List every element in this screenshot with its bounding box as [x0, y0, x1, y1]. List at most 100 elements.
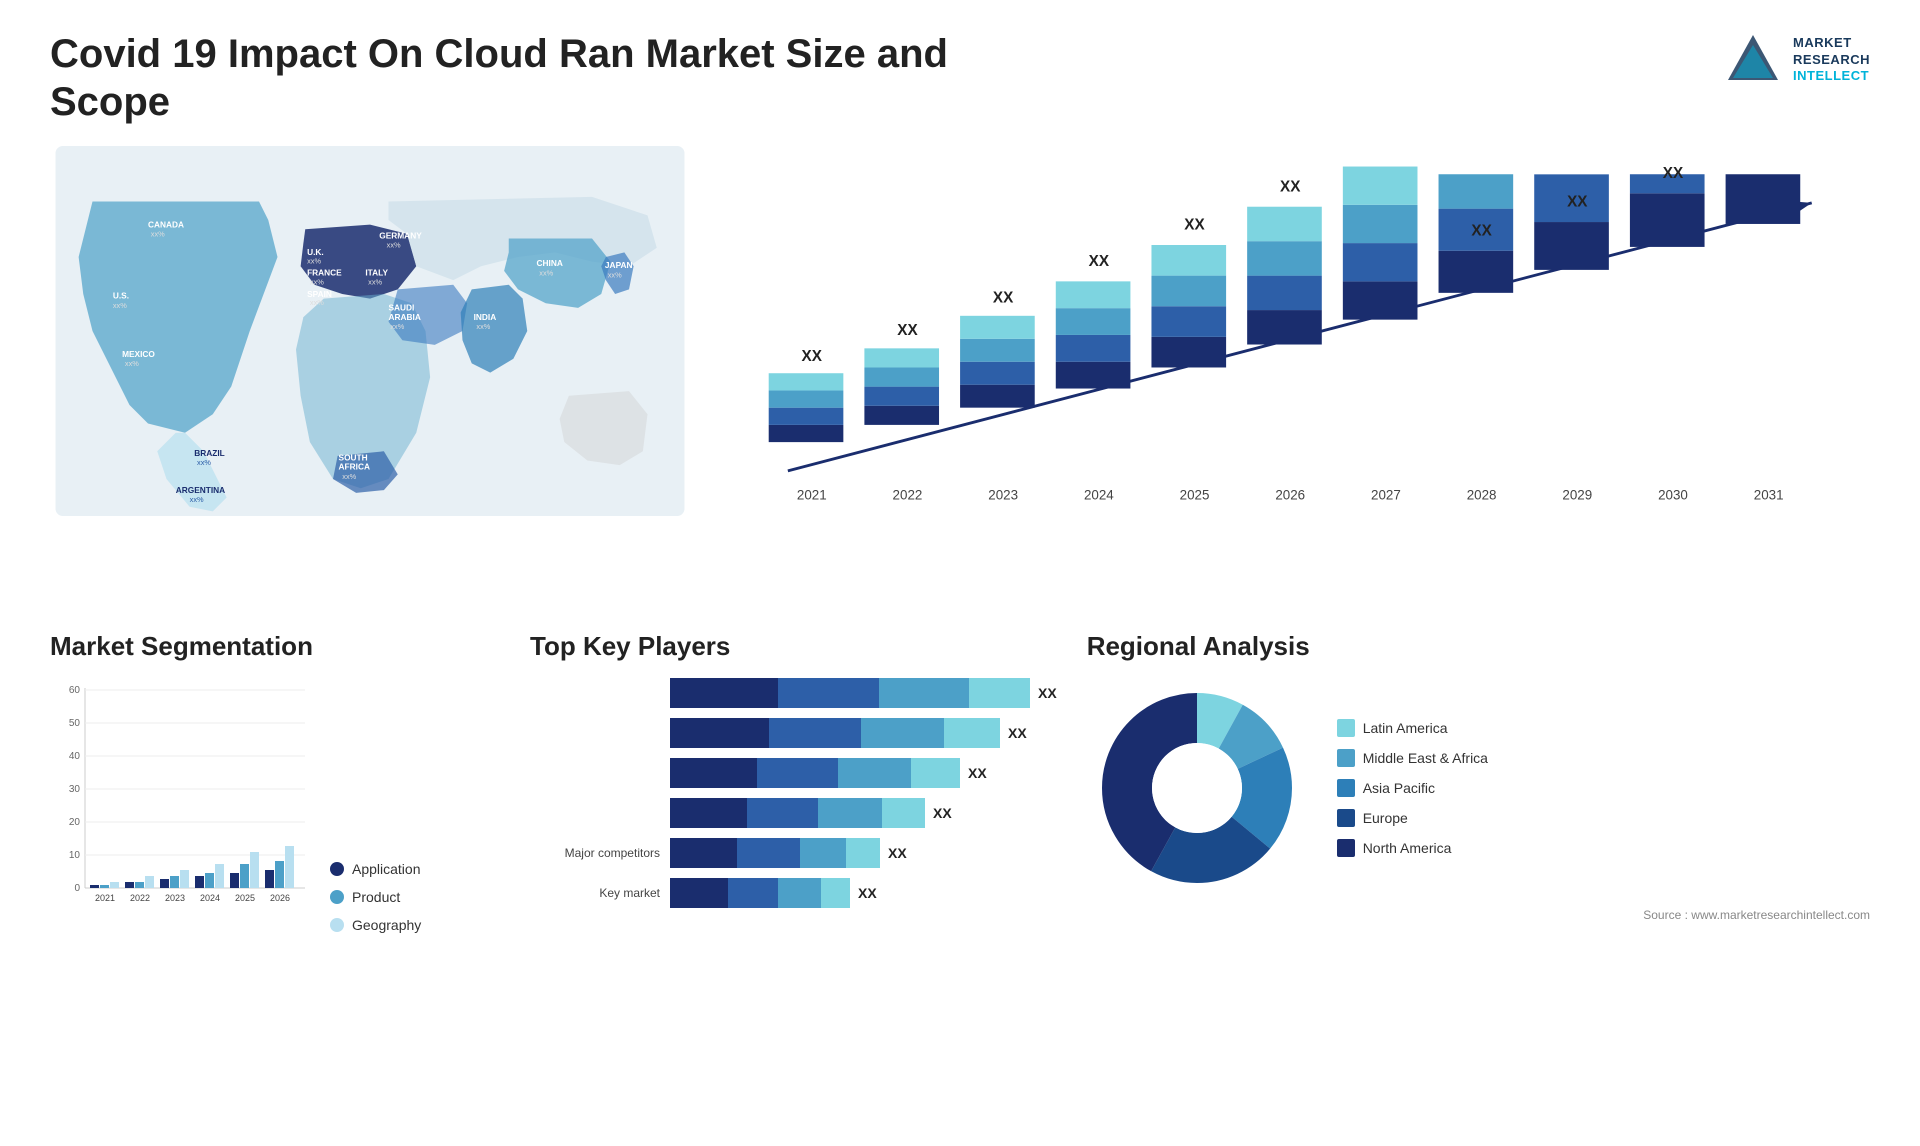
svg-text:CHINA: CHINA [537, 258, 563, 268]
svg-text:50: 50 [69, 718, 81, 729]
legend-latin-america: Latin America [1337, 719, 1488, 737]
svg-text:MEXICO: MEXICO [122, 349, 155, 359]
svg-text:U.S.: U.S. [113, 291, 129, 301]
legend-label-apac: Asia Pacific [1363, 780, 1435, 796]
market-segmentation-section: Market Segmentation 0 10 20 30 40 [50, 631, 500, 933]
player-bar-wrapper-2: XX [670, 718, 1057, 748]
svg-text:xx%: xx% [310, 278, 324, 287]
svg-text:40: 40 [69, 751, 81, 762]
svg-text:2021: 2021 [797, 488, 827, 503]
seg-chart-area: 0 10 20 30 40 50 60 [50, 678, 500, 933]
legend-application: Application [330, 861, 421, 877]
player-value-3: XX [968, 765, 987, 781]
bottom-row: Market Segmentation 0 10 20 30 40 [50, 631, 1870, 933]
svg-text:FRANCE: FRANCE [307, 268, 342, 278]
legend-middle-east: Middle East & Africa [1337, 749, 1488, 767]
svg-text:XX: XX [1184, 217, 1205, 234]
players-chart: XX XX [530, 678, 1057, 908]
legend-label-mea: Middle East & Africa [1363, 750, 1488, 766]
player-row-2: XX [530, 718, 1057, 748]
legend-dot-application [330, 862, 344, 876]
svg-text:xx%: xx% [190, 495, 204, 504]
page-title: Covid 19 Impact On Cloud Ran Market Size… [50, 30, 950, 126]
svg-text:30: 30 [69, 784, 81, 795]
player-bar-wrapper-5: XX [670, 838, 1057, 868]
player-value-2: XX [1008, 725, 1027, 741]
player-label-6: Key market [530, 886, 660, 900]
page-container: Covid 19 Impact On Cloud Ran Market Size… [0, 0, 1920, 1146]
world-map: CANADA xx% U.S. xx% MEXICO xx% BRAZIL xx… [50, 146, 690, 516]
svg-text:2021: 2021 [95, 893, 115, 903]
key-players-title: Top Key Players [530, 631, 1057, 662]
svg-text:INDIA: INDIA [474, 312, 497, 322]
map-section: CANADA xx% U.S. xx% MEXICO xx% BRAZIL xx… [50, 146, 690, 601]
legend-label-product: Product [352, 889, 400, 905]
legend-north-america: North America [1337, 839, 1488, 857]
svg-text:xx%: xx% [197, 458, 211, 467]
legend-dot-latin [1337, 719, 1355, 737]
legend-dot-mea [1337, 749, 1355, 767]
legend-label-europe: Europe [1363, 810, 1408, 826]
seg-bar-chart-svg: 0 10 20 30 40 50 60 [50, 678, 310, 928]
player-value-4: XX [933, 805, 952, 821]
source-text: Source : www.marketresearchintellect.com [1087, 908, 1870, 922]
top-row: CANADA xx% U.S. xx% MEXICO xx% BRAZIL xx… [50, 146, 1870, 601]
player-value-5: XX [888, 845, 907, 861]
svg-text:xx%: xx% [390, 322, 404, 331]
svg-text:2023: 2023 [988, 488, 1018, 503]
svg-text:0: 0 [74, 883, 80, 894]
player-bar-wrapper-6: XX [670, 878, 1057, 908]
growth-chart-section: XX 2021 XX 2022 XX 2023 [720, 146, 1870, 601]
svg-text:CANADA: CANADA [148, 219, 184, 229]
donut-chart [1087, 678, 1307, 898]
svg-text:2024: 2024 [1084, 488, 1114, 503]
svg-text:XX: XX [1280, 178, 1301, 195]
seg-legend: Application Product Geography [330, 851, 421, 933]
svg-text:xx%: xx% [608, 270, 622, 279]
svg-text:2025: 2025 [1180, 488, 1210, 503]
svg-text:JAPAN: JAPAN [605, 260, 633, 270]
svg-text:2024: 2024 [200, 893, 220, 903]
svg-text:xx%: xx% [307, 256, 321, 265]
player-row-4: XX [530, 798, 1057, 828]
svg-text:xx%: xx% [539, 269, 553, 278]
legend-dot-geography [330, 918, 344, 932]
growth-chart-container: XX 2021 XX 2022 XX 2023 [720, 146, 1870, 601]
growth-chart-svg: XX 2021 XX 2022 XX 2023 [740, 166, 1850, 546]
legend-dot-product [330, 890, 344, 904]
legend-dot-na [1337, 839, 1355, 857]
player-bar-wrapper-3: XX [670, 758, 1057, 788]
svg-text:ITALY: ITALY [365, 268, 388, 278]
svg-text:2025: 2025 [235, 893, 255, 903]
legend-europe: Europe [1337, 809, 1488, 827]
svg-text:XX: XX [1567, 194, 1588, 211]
svg-text:2027: 2027 [1371, 488, 1401, 503]
svg-text:10: 10 [69, 850, 81, 861]
player-row-5: Major competitors XX [530, 838, 1057, 868]
svg-text:xx%: xx% [125, 359, 139, 368]
svg-text:xx%: xx% [310, 298, 324, 307]
player-row-6: Key market XX [530, 878, 1057, 908]
legend-label-application: Application [352, 861, 421, 877]
svg-text:xx%: xx% [342, 472, 356, 481]
svg-text:AFRICA: AFRICA [339, 462, 370, 472]
legend-label-geography: Geography [352, 917, 421, 933]
player-value-1: XX [1038, 685, 1057, 701]
svg-text:XX: XX [1089, 253, 1110, 270]
svg-text:2022: 2022 [893, 488, 923, 503]
svg-text:xx%: xx% [387, 241, 401, 250]
regional-title: Regional Analysis [1087, 631, 1870, 662]
legend-label-na: North America [1363, 840, 1452, 856]
svg-text:2030: 2030 [1658, 488, 1688, 503]
svg-text:xx%: xx% [368, 278, 382, 287]
market-seg-title: Market Segmentation [50, 631, 500, 662]
logo-icon [1723, 30, 1783, 90]
header: Covid 19 Impact On Cloud Ran Market Size… [50, 30, 1870, 126]
svg-text:XX: XX [993, 289, 1014, 306]
svg-text:2022: 2022 [130, 893, 150, 903]
donut-area: Latin America Middle East & Africa Asia … [1087, 678, 1870, 898]
svg-text:xx%: xx% [151, 230, 165, 239]
legend-dot-apac [1337, 779, 1355, 797]
player-bar-wrapper-1: XX [670, 678, 1057, 708]
legend-label-latin: Latin America [1363, 720, 1448, 736]
